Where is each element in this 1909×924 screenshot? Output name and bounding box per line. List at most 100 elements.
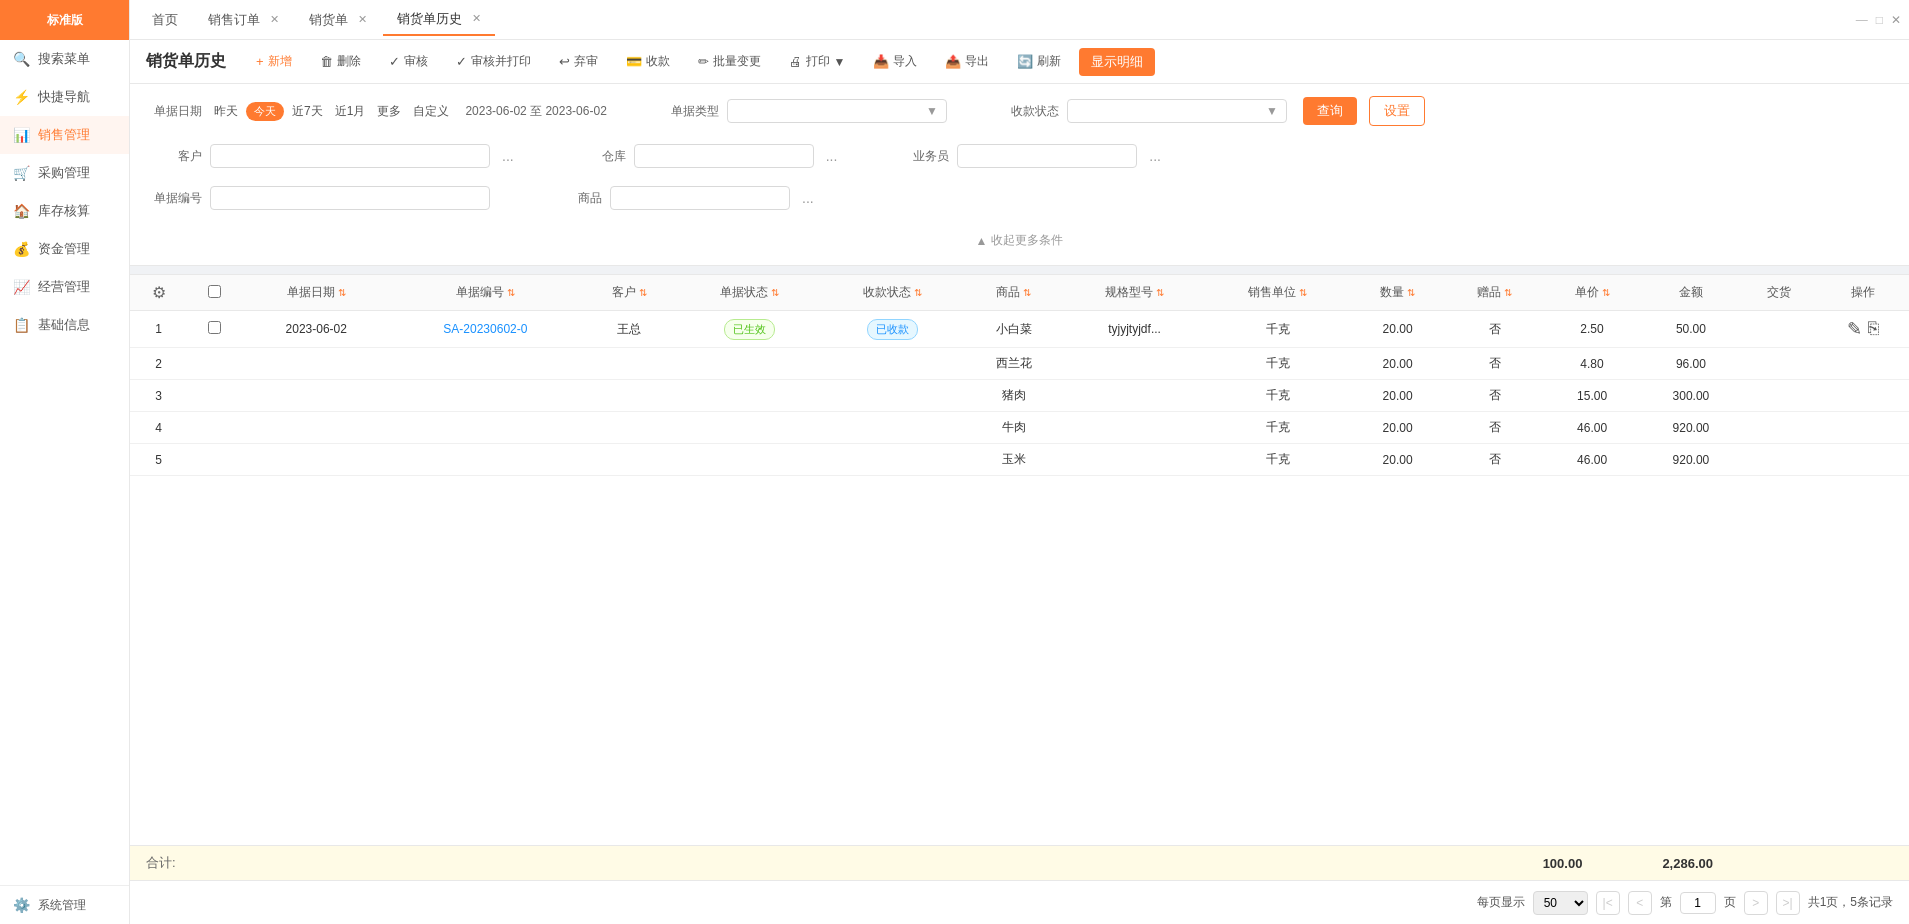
check-print-icon: ✓ [456, 54, 467, 69]
sidebar-item-inventory[interactable]: 🏠 库存核算 [0, 192, 129, 230]
col-goods[interactable]: 商品⇅ [964, 275, 1063, 311]
date-shortcuts: 昨天 今天 近7天 近1月 更多 自定义 [210, 101, 453, 122]
sidebar-item-basicinfo[interactable]: 📋 基础信息 [0, 306, 129, 344]
sidebar: 标准版 🔍 搜索菜单 ⚡ 快捷导航 📊 销售管理 🛒 采购管理 🏠 库存核算 💰… [0, 0, 130, 924]
col-payment-status[interactable]: 收款状态⇅ [821, 275, 964, 311]
cell-payment-status: 已收款 [821, 311, 964, 348]
cell-checkbox[interactable] [187, 412, 242, 444]
tab-sales-history[interactable]: 销货单历史 ✕ [383, 4, 495, 36]
refresh-button[interactable]: 🔄 刷新 [1007, 49, 1071, 74]
cell-doc-num [390, 444, 581, 476]
col-customer[interactable]: 客户⇅ [581, 275, 678, 311]
page-first-btn[interactable]: |< [1596, 891, 1620, 915]
filter-doc-type: 单据类型 ▼ [663, 99, 947, 123]
payment-status-select[interactable]: ▼ [1067, 99, 1287, 123]
cell-transaction [1741, 311, 1817, 348]
warehouse-dots[interactable]: ... [826, 148, 838, 164]
doc-num-link[interactable]: SA-20230602-0 [443, 322, 527, 336]
sidebar-item-finance[interactable]: 💰 资金管理 [0, 230, 129, 268]
sidebar-item-quicknav[interactable]: ⚡ 快捷导航 [0, 78, 129, 116]
cell-checkbox[interactable] [187, 380, 242, 412]
customer-input[interactable] [210, 144, 490, 168]
goods-label: 商品 [546, 190, 602, 207]
payment-status-dropdown-icon: ▼ [1266, 104, 1278, 118]
page-input[interactable] [1680, 892, 1716, 914]
tab-close-delivery[interactable]: ✕ [358, 13, 367, 26]
sidebar-item-sales[interactable]: 📊 销售管理 [0, 116, 129, 154]
abandon-button[interactable]: ↩ 弃审 [549, 49, 608, 74]
tab-home[interactable]: 首页 [138, 4, 192, 36]
col-doc-status[interactable]: 单据状态⇅ [678, 275, 821, 311]
collapse-button[interactable]: ▲ 收起更多条件 [964, 228, 1076, 253]
sidebar-item-purchase[interactable]: 🛒 采购管理 [0, 154, 129, 192]
col-spec[interactable]: 规格型号⇅ [1063, 275, 1206, 311]
shortcut-today[interactable]: 今天 [246, 102, 284, 121]
staff-dots[interactable]: ... [1149, 148, 1161, 164]
print-button[interactable]: 🖨 打印 ▼ [779, 49, 856, 74]
delete-button[interactable]: 🗑 删除 [310, 49, 371, 74]
cell-unit: 千克 [1206, 311, 1349, 348]
warehouse-input[interactable] [634, 144, 814, 168]
export-button[interactable]: 📤 导出 [935, 49, 999, 74]
sidebar-item-operations[interactable]: 📈 经营管理 [0, 268, 129, 306]
col-unit[interactable]: 销售单位⇅ [1206, 275, 1349, 311]
select-all-checkbox[interactable] [208, 285, 221, 298]
shortcut-custom[interactable]: 自定义 [409, 101, 453, 122]
tab-close-history[interactable]: ✕ [472, 12, 481, 25]
col-settings[interactable]: ⚙ [130, 275, 187, 311]
col-checkbox[interactable] [187, 275, 242, 311]
tab-close-sales-order[interactable]: ✕ [270, 13, 279, 26]
content-body: 单据日期 昨天 今天 近7天 近1月 更多 自定义 2023-06-02 至 2… [130, 84, 1909, 924]
tab-sales-delivery[interactable]: 销货单 ✕ [295, 4, 381, 36]
col-gift[interactable]: 赠品⇅ [1446, 275, 1543, 311]
goods-dots[interactable]: ... [802, 190, 814, 206]
col-doc-num[interactable]: 单据编号⇅ [390, 275, 581, 311]
row-copy-btn[interactable]: ⎘ [1868, 318, 1879, 340]
settings-button[interactable]: 设置 [1369, 96, 1425, 126]
house-icon: 🏠 [12, 202, 30, 220]
doc-type-select[interactable]: ▼ [727, 99, 947, 123]
collapse-up-icon: ▲ [976, 234, 988, 248]
sidebar-item-system[interactable]: ⚙️ 系统管理 [0, 886, 129, 924]
tab-sales-order[interactable]: 销售订单 ✕ [194, 4, 293, 36]
docnum-input[interactable] [210, 186, 490, 210]
page-size-select[interactable]: 50 100 200 [1533, 891, 1588, 915]
page-next-btn[interactable]: > [1744, 891, 1768, 915]
review-print-button[interactable]: ✓ 审核并打印 [446, 49, 541, 74]
cell-rownum: 1 [130, 311, 187, 348]
cell-checkbox[interactable] [187, 311, 242, 348]
sidebar-item-label: 快捷导航 [38, 88, 90, 106]
warehouse-label: 仓库 [570, 148, 626, 165]
table-row: 4 牛肉 千克 20.00 否 46.00 920.00 [130, 412, 1909, 444]
pagination: 每页显示 50 100 200 |< < 第 页 > >| 共1页，5条记录 [130, 880, 1909, 924]
shortcut-1month[interactable]: 近1月 [331, 101, 370, 122]
display-detail-button[interactable]: 显示明细 [1079, 48, 1155, 76]
goods-input[interactable] [610, 186, 790, 210]
page-last-btn[interactable]: >| [1776, 891, 1800, 915]
staff-input[interactable] [957, 144, 1137, 168]
cell-customer: 王总 [581, 311, 678, 348]
col-doc-date[interactable]: 单据日期⇅ [242, 275, 390, 311]
batch-change-button[interactable]: ✏ 批量变更 [688, 49, 771, 74]
review-button[interactable]: ✓ 审核 [379, 49, 438, 74]
window-close-btn[interactable]: ✕ [1891, 13, 1901, 27]
query-button[interactable]: 查询 [1303, 97, 1357, 125]
cell-payment-status [821, 348, 964, 380]
cell-price: 2.50 [1543, 311, 1640, 348]
shortcut-yesterday[interactable]: 昨天 [210, 101, 242, 122]
customer-dots[interactable]: ... [502, 148, 514, 164]
sidebar-item-search[interactable]: 🔍 搜索菜单 [0, 40, 129, 78]
filter-staff: 业务员 ... [893, 144, 1161, 168]
shortcut-more[interactable]: 更多 [373, 101, 405, 122]
new-button[interactable]: + 新增 [246, 49, 302, 74]
cell-goods: 牛肉 [964, 412, 1063, 444]
import-button[interactable]: 📥 导入 [863, 49, 927, 74]
cell-checkbox[interactable] [187, 348, 242, 380]
row-edit-btn[interactable]: ✎ [1847, 318, 1862, 340]
page-prev-btn[interactable]: < [1628, 891, 1652, 915]
shortcut-7days[interactable]: 近7天 [288, 101, 327, 122]
col-price[interactable]: 单价⇅ [1543, 275, 1640, 311]
collect-button[interactable]: 💳 收款 [616, 49, 680, 74]
cell-checkbox[interactable] [187, 444, 242, 476]
col-qty[interactable]: 数量⇅ [1349, 275, 1446, 311]
